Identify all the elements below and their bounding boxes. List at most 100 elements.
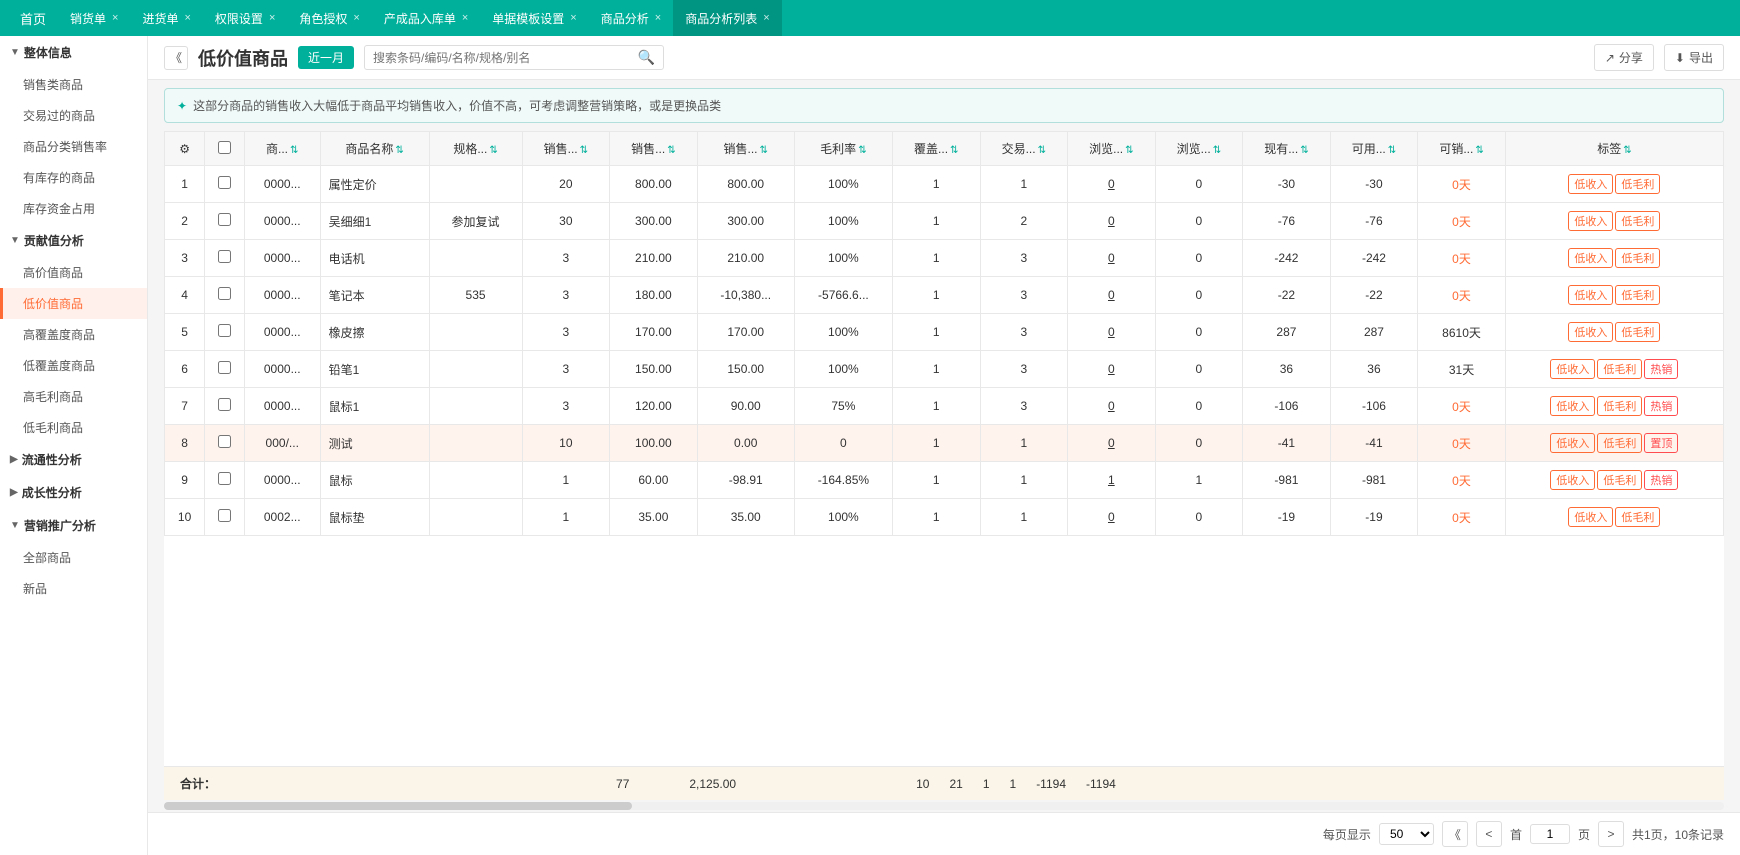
nav-sales[interactable]: 销货单 ×: [58, 0, 130, 36]
sidebar-item-new-goods[interactable]: 新品: [0, 573, 147, 604]
view1-link[interactable]: 0: [1108, 325, 1115, 339]
view1-link[interactable]: 0: [1108, 436, 1115, 450]
sidebar-item-category-sales[interactable]: 商品分类销售率: [0, 131, 147, 162]
sidebar-item-low-coverage[interactable]: 低覆盖度商品: [0, 350, 147, 381]
sidebar-item-high-value[interactable]: 高价值商品: [0, 257, 147, 288]
sidebar-item-all-goods[interactable]: 全部商品: [0, 542, 147, 573]
row-checkbox[interactable]: [205, 314, 245, 351]
row-select-checkbox[interactable]: [218, 176, 231, 189]
sidebar-item-high-margin[interactable]: 高毛利商品: [0, 381, 147, 412]
export-button[interactable]: ⬇ 导出: [1664, 44, 1724, 71]
sidebar-group-growth[interactable]: ▶ 成长性分析: [0, 476, 147, 509]
sidebar-group-marketing[interactable]: ▼ 营销推广分析: [0, 509, 147, 542]
sidebar-group-flow[interactable]: ▶ 流通性分析: [0, 443, 147, 476]
row-view1[interactable]: 0: [1068, 388, 1156, 425]
sidebar-group-contribution[interactable]: ▼ 贡献值分析: [0, 224, 147, 257]
col-sale-qty[interactable]: 销售...⇅: [522, 132, 610, 166]
nav-purchase[interactable]: 进货单 ×: [130, 0, 202, 36]
col-spec[interactable]: 规格...⇅: [429, 132, 522, 166]
row-view1[interactable]: 0: [1068, 314, 1156, 351]
row-select-checkbox[interactable]: [218, 324, 231, 337]
nav-template[interactable]: 单据模板设置 ×: [480, 0, 588, 36]
col-settings[interactable]: ⚙: [165, 132, 205, 166]
col-sale-amount[interactable]: 销售...⇅: [610, 132, 698, 166]
row-checkbox[interactable]: [205, 499, 245, 536]
select-all-checkbox[interactable]: [218, 141, 231, 154]
row-checkbox[interactable]: [205, 351, 245, 388]
col-trade[interactable]: 交易...⇅: [980, 132, 1068, 166]
view1-link[interactable]: 0: [1108, 510, 1115, 524]
row-view1[interactable]: 0: [1068, 203, 1156, 240]
sidebar-item-low-margin[interactable]: 低毛利商品: [0, 412, 147, 443]
prev-page-button[interactable]: <: [1476, 821, 1502, 847]
sidebar-item-low-value[interactable]: 低价值商品: [0, 288, 147, 319]
row-select-checkbox[interactable]: [218, 472, 231, 485]
view1-link[interactable]: 0: [1108, 399, 1115, 413]
filter-button[interactable]: 近一月: [298, 46, 354, 69]
row-select-checkbox[interactable]: [218, 398, 231, 411]
close-icon[interactable]: ×: [184, 12, 190, 24]
search-icon[interactable]: 🔍: [638, 49, 655, 66]
close-icon[interactable]: ×: [655, 12, 661, 24]
share-button[interactable]: ↗ 分享: [1594, 44, 1654, 71]
row-checkbox[interactable]: [205, 462, 245, 499]
close-icon[interactable]: ×: [112, 12, 118, 24]
close-icon[interactable]: ×: [269, 12, 275, 24]
sidebar-item-high-coverage[interactable]: 高覆盖度商品: [0, 319, 147, 350]
row-view1[interactable]: 0: [1068, 499, 1156, 536]
close-icon[interactable]: ×: [570, 12, 576, 24]
row-view1[interactable]: 0: [1068, 425, 1156, 462]
col-name[interactable]: 商品名称⇅: [320, 132, 429, 166]
nav-goods-analysis-list[interactable]: 商品分析列表 ×: [673, 0, 781, 36]
col-tags[interactable]: 标签⇅: [1505, 132, 1723, 166]
row-view1[interactable]: 0: [1068, 240, 1156, 277]
row-select-checkbox[interactable]: [218, 287, 231, 300]
nav-home[interactable]: 首页: [8, 0, 58, 36]
nav-permissions[interactable]: 权限设置 ×: [203, 0, 287, 36]
sidebar-item-sales-goods[interactable]: 销售类商品: [0, 69, 147, 100]
nav-goods-analysis[interactable]: 商品分析 ×: [589, 0, 673, 36]
row-checkbox[interactable]: [205, 388, 245, 425]
view1-link[interactable]: 0: [1108, 251, 1115, 265]
row-checkbox[interactable]: [205, 240, 245, 277]
row-checkbox[interactable]: [205, 425, 245, 462]
sidebar-group-overall[interactable]: ▼ 整体信息: [0, 36, 147, 69]
col-coverage[interactable]: 覆盖...⇅: [892, 132, 980, 166]
row-select-checkbox[interactable]: [218, 213, 231, 226]
first-page-button[interactable]: 《: [1442, 821, 1468, 847]
row-view1[interactable]: 0: [1068, 277, 1156, 314]
view1-link[interactable]: 0: [1108, 362, 1115, 376]
col-checkbox[interactable]: [205, 132, 245, 166]
row-select-checkbox[interactable]: [218, 250, 231, 263]
view1-link[interactable]: 0: [1108, 288, 1115, 302]
view1-link[interactable]: 1: [1108, 473, 1115, 487]
next-page-button[interactable]: >: [1598, 821, 1624, 847]
close-icon[interactable]: ×: [763, 12, 769, 24]
collapse-button[interactable]: 《: [164, 46, 188, 70]
col-sale-price[interactable]: 销售...⇅: [697, 132, 794, 166]
horizontal-scrollbar[interactable]: [164, 802, 1724, 810]
row-select-checkbox[interactable]: [218, 509, 231, 522]
sidebar-item-stock-goods[interactable]: 有库存的商品: [0, 162, 147, 193]
row-view1[interactable]: 0: [1068, 166, 1156, 203]
row-checkbox[interactable]: [205, 203, 245, 240]
nav-roles[interactable]: 角色授权 ×: [287, 0, 371, 36]
row-select-checkbox[interactable]: [218, 361, 231, 374]
col-salable[interactable]: 可销...⇅: [1418, 132, 1506, 166]
row-select-checkbox[interactable]: [218, 435, 231, 448]
row-checkbox[interactable]: [205, 277, 245, 314]
sidebar-item-traded-goods[interactable]: 交易过的商品: [0, 100, 147, 131]
close-icon[interactable]: ×: [462, 12, 468, 24]
col-code[interactable]: 商...⇅: [244, 132, 320, 166]
close-icon[interactable]: ×: [353, 12, 359, 24]
search-input[interactable]: [373, 51, 633, 65]
scrollbar-thumb[interactable]: [164, 802, 632, 810]
view1-link[interactable]: 0: [1108, 214, 1115, 228]
col-current[interactable]: 现有...⇅: [1243, 132, 1331, 166]
table-container[interactable]: ⚙ 商...⇅ 商品名称⇅ 规格...⇅ 销售...⇅ 销售...⇅ 销售...…: [164, 131, 1724, 766]
page-size-select[interactable]: 50 100 200: [1379, 823, 1434, 845]
sidebar-item-inventory-capital[interactable]: 库存资金占用: [0, 193, 147, 224]
row-view1[interactable]: 0: [1068, 351, 1156, 388]
nav-product-in[interactable]: 产成品入库单 ×: [372, 0, 480, 36]
col-gross-margin[interactable]: 毛利率⇅: [794, 132, 892, 166]
